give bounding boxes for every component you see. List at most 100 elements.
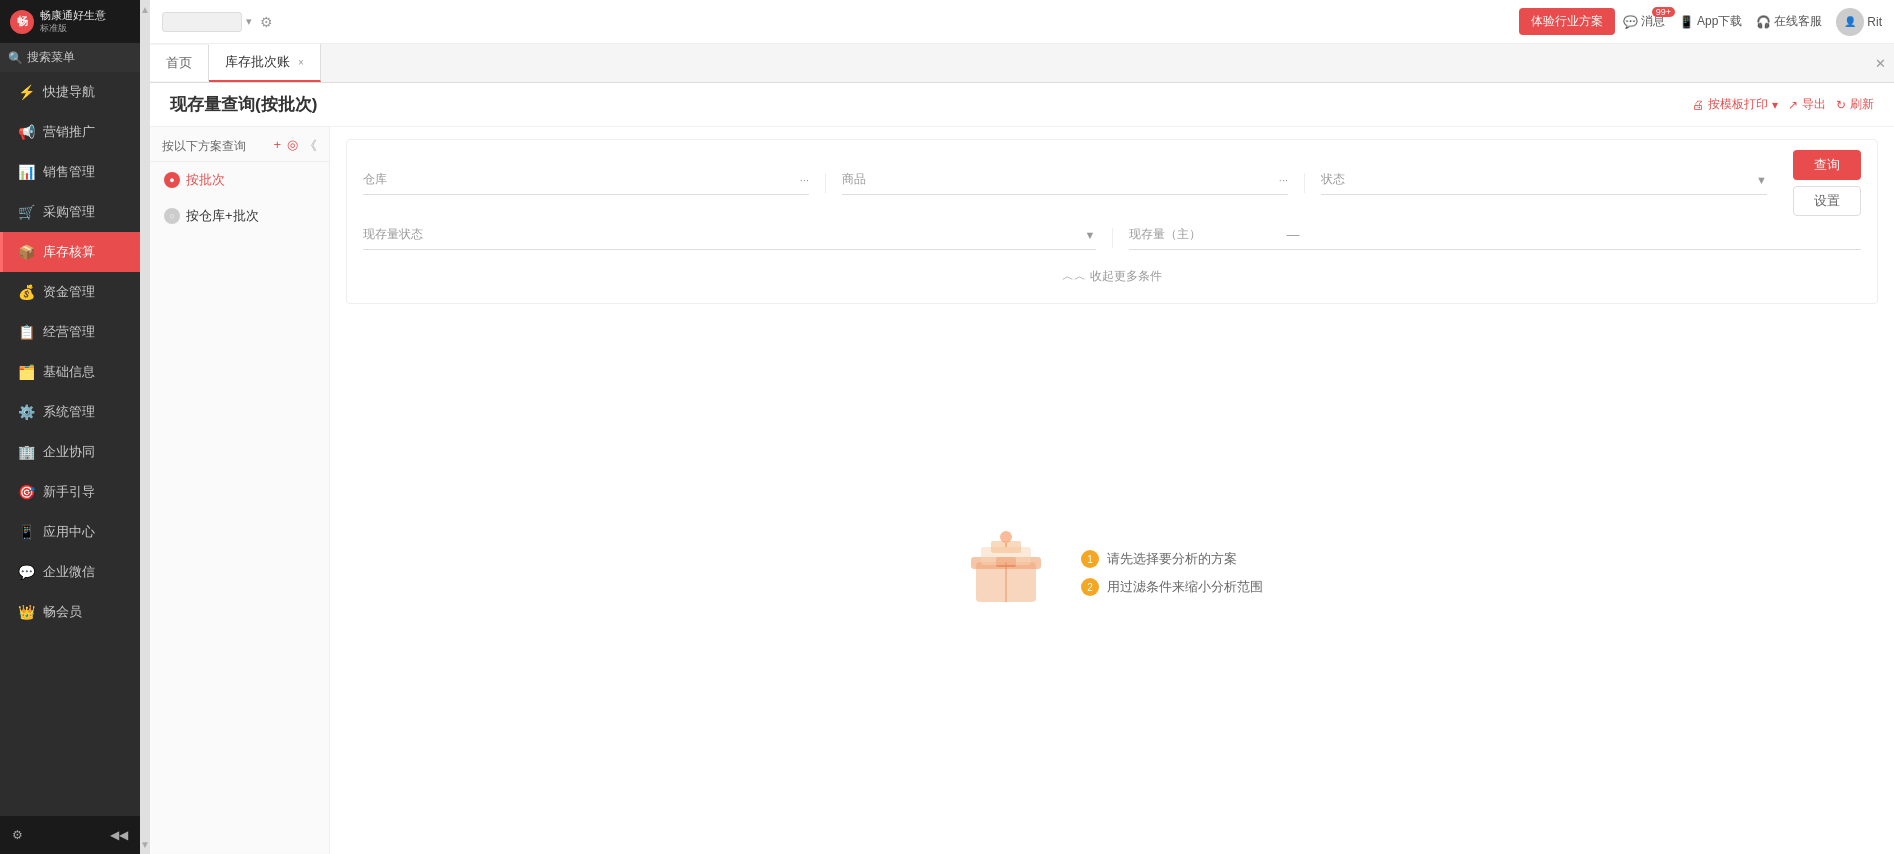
export-btn[interactable]: ↗ 导出 [1788,96,1826,113]
right-panel: 仓库 ··· 商品 ··· 状态 [330,127,1894,854]
print-chevron: ▾ [1772,98,1778,112]
stock-qty-to[interactable] [1306,228,1386,242]
industry-solution-btn[interactable]: 体验行业方案 [1519,8,1615,35]
by-batch-label: 按批次 [186,171,225,189]
close-all-icon: ✕ [1875,56,1886,71]
main-area: ▾ ⚙ 体验行业方案 💬 消息 99+ 📱 App下载 🎧 在线客服 👤 [150,0,1894,854]
search-menu-label: 搜索菜单 [27,49,75,66]
refresh-btn[interactable]: ↻ 刷新 [1836,96,1874,113]
sidebar-item-label: 采购管理 [43,203,95,221]
sidebar-item-purchase[interactable]: 🛒 采购管理 [0,192,140,232]
settings-button[interactable]: 设置 [1793,186,1861,216]
add-scheme-icon[interactable]: + [273,137,281,155]
tabbar: 首页 库存批次账 × ✕ [150,44,1894,83]
message-item[interactable]: 💬 消息 99+ [1623,13,1665,30]
print-btn[interactable]: 🖨 按模板打印 ▾ [1692,96,1778,113]
warehouse-input[interactable] [403,173,800,187]
collapse-sidebar-btn[interactable]: ◀◀ [106,824,132,846]
tab-close-icon[interactable]: × [298,57,304,68]
app-logo: 畅 [10,10,34,34]
left-panel: 按以下方案查询 + ◎ 《 ● 按批次 ○ 按仓库+批次 [150,127,330,854]
tip-item-2: 2 用过滤条件来缩小分析范围 [1081,578,1263,596]
action-btns: 查询 设置 [1793,150,1861,216]
print-icon: 🖨 [1692,98,1704,112]
settings-gear-icon[interactable]: ⚙ [260,14,273,30]
message-icon: 💬 [1623,15,1638,29]
goods-field: 商品 ··· [842,171,1288,195]
app-download-item[interactable]: 📱 App下载 [1679,13,1742,30]
sidebar-item-marketing[interactable]: 📢 营销推广 [0,112,140,152]
sidebar-item-label: 新手引导 [43,483,95,501]
sidebar-item-shortcut[interactable]: ⚡ 快捷导航 [0,72,140,112]
warehouse-more-icon[interactable]: ··· [800,174,809,186]
sidebar-item-inventory[interactable]: 📦 库存核算 [0,232,140,272]
collapse-bar[interactable]: ︿︿ 收起更多条件 [363,260,1861,293]
search-menu[interactable]: 🔍 搜索菜单 [0,43,140,72]
user-profile[interactable]: 👤 Rit [1836,8,1882,36]
sidebar-item-sales[interactable]: 📊 销售管理 [0,152,140,192]
empty-icon [961,527,1051,617]
tab-home[interactable]: 首页 [150,45,209,81]
tab-inventory-batch-label: 库存批次账 [225,53,290,71]
marketing-icon: 📢 [17,124,35,140]
empty-tips: 1 请先选择要分析的方案 2 用过滤条件来缩小分析范围 [1081,550,1263,596]
query-button[interactable]: 查询 [1793,150,1861,180]
customer-service-item[interactable]: 🎧 在线客服 [1756,13,1822,30]
batch-icon: ● [164,172,180,188]
sidebar-item-wechat[interactable]: 💬 企业微信 [0,552,140,592]
breadcrumb-input[interactable] [162,12,242,32]
sidebar-item-basic[interactable]: 🗂️ 基础信息 [0,352,140,392]
finance-icon: 💰 [17,284,35,300]
status-dropdown-icon[interactable]: ▼ [1756,174,1767,186]
target-scheme-icon[interactable]: ◎ [287,137,298,155]
sidebar: 畅 畅康通好生意 标准版 🔍 搜索菜单 ⚡ 快捷导航 📢 营销推广 📊 销售管理… [0,0,140,854]
appstore-icon: 📱 [17,524,35,540]
sidebar-scrollbar[interactable]: ▲ ▼ [140,0,150,854]
stock-qty-from[interactable] [1201,228,1281,242]
refresh-icon: ↻ [1836,98,1846,112]
stock-status-input[interactable] [423,228,1085,242]
sidebar-item-operation[interactable]: 📋 经营管理 [0,312,140,352]
sidebar-item-label: 销售管理 [43,163,95,181]
page-title: 现存量查询(按批次) [170,93,317,126]
left-panel-item-by-batch[interactable]: ● 按批次 [150,162,329,198]
tabbar-close-all[interactable]: ✕ [1875,56,1894,71]
sidebar-item-enterprise[interactable]: 🏢 企业协同 [0,432,140,472]
sidebar-item-appstore[interactable]: 📱 应用中心 [0,512,140,552]
tip-text-2: 用过滤条件来缩小分析范围 [1107,578,1263,596]
app-icon: 📱 [1679,15,1694,29]
sidebar-item-label: 畅会员 [43,603,82,621]
tab-inventory-batch[interactable]: 库存批次账 × [209,44,321,82]
sidebar-item-finance[interactable]: 💰 资金管理 [0,272,140,312]
settings-footer-icon[interactable]: ⚙ [8,824,27,846]
print-label: 按模板打印 [1708,96,1768,113]
sidebar-item-member[interactable]: 👑 畅会员 [0,592,140,632]
left-panel-item-by-wh-batch[interactable]: ○ 按仓库+批次 [150,198,329,234]
sidebar-item-label: 企业协同 [43,443,95,461]
sidebar-nav: ⚡ 快捷导航 📢 营销推广 📊 销售管理 🛒 采购管理 📦 库存核算 💰 资金管… [0,72,140,816]
status-input[interactable] [1361,173,1756,187]
shortcut-icon: ⚡ [17,84,35,100]
breadcrumb-chevron[interactable]: ▾ [246,15,252,28]
warehouse-field: 仓库 ··· [363,171,809,195]
wechat-icon: 💬 [17,564,35,580]
sidebar-item-label: 快捷导航 [43,83,95,101]
status-field: 状态 ▼ [1321,171,1767,195]
empty-state: 1 请先选择要分析的方案 2 用过滤条件来缩小分析范围 [346,304,1878,842]
service-icon: 🎧 [1756,15,1771,29]
filter-divider-1 [825,173,826,193]
tip-item-1: 1 请先选择要分析的方案 [1081,550,1263,568]
stock-status-dropdown[interactable]: ▼ [1085,229,1096,241]
sidebar-item-newbie[interactable]: 🎯 新手引导 [0,472,140,512]
sidebar-item-system[interactable]: ⚙️ 系统管理 [0,392,140,432]
goods-more-icon[interactable]: ··· [1279,174,1288,186]
collapse-panel-icon[interactable]: 《 [304,137,317,155]
status-label: 状态 [1321,171,1361,188]
wh-batch-icon: ○ [164,208,180,224]
sidebar-footer: ⚙ ◀◀ [0,816,140,854]
goods-input[interactable] [882,173,1279,187]
filter-area: 仓库 ··· 商品 ··· 状态 [346,139,1878,304]
collapse-label: 收起更多条件 [1090,269,1162,283]
sidebar-item-label: 基础信息 [43,363,95,381]
sidebar-item-label: 资金管理 [43,283,95,301]
